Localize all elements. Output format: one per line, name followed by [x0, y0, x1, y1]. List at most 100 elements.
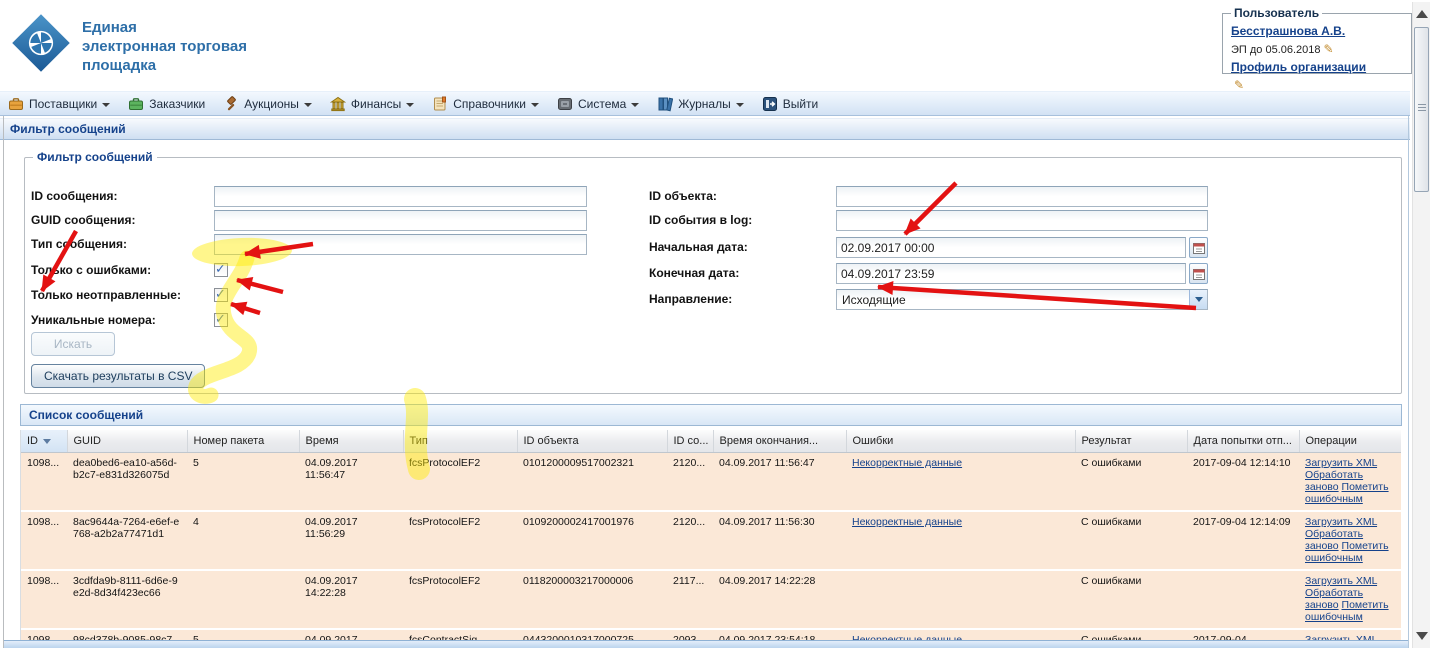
label-log-event-id: ID события в log: — [649, 213, 753, 227]
messages-grid: ID GUID Номер пакета Время Тип ID объект… — [20, 430, 1401, 648]
app-header: Единая электронная торговая площадка Пол… — [0, 0, 1412, 92]
menu-label: Заказчики — [149, 96, 206, 111]
select-trigger-button[interactable] — [1189, 290, 1207, 309]
log-event-id-input[interactable] — [836, 210, 1208, 231]
bank-icon — [329, 96, 346, 111]
chevron-down-icon — [1194, 297, 1203, 302]
menu-item-suppliers[interactable]: Поставщики — [8, 96, 111, 112]
scroll-down-arrow-icon[interactable] — [1416, 632, 1428, 640]
sort-desc-icon — [43, 438, 51, 444]
org-profile-link[interactable]: Профиль организации — [1231, 60, 1366, 74]
chevron-down-icon — [303, 102, 312, 107]
briefcase-green-icon — [129, 97, 144, 110]
menu-label: Система — [577, 96, 627, 111]
op-load-xml-link[interactable]: Загрузить XML — [1305, 457, 1377, 469]
error-details-link[interactable]: Некорректные данные — [852, 516, 962, 528]
user-panel: Пользователь Бесстрашнова А.В. ЭП до 05.… — [1222, 6, 1412, 92]
pager-bar — [4, 640, 1408, 648]
scrollbar-grip — [1418, 104, 1426, 111]
chevron-down-icon — [631, 102, 640, 107]
menu-item-finances[interactable]: Финансы — [329, 96, 415, 112]
edit-profile-icon[interactable]: ✎ — [1234, 78, 1244, 92]
table-row[interactable]: 1098... 3cdfda9b-8111-6d6e-9e2d-8d34f423… — [21, 570, 1401, 630]
grid-header-row: ID GUID Номер пакета Время Тип ID объект… — [21, 430, 1401, 453]
col-header-end-time[interactable]: Время окончания... — [713, 430, 847, 453]
message-id-input[interactable] — [214, 186, 587, 207]
op-load-xml-link[interactable]: Загрузить XML — [1305, 516, 1377, 528]
menu-item-directories[interactable]: Справочники — [432, 96, 539, 112]
brand-logo[interactable]: Единая электронная торговая площадка — [10, 11, 247, 75]
menu-item-journals[interactable]: Журналы — [657, 96, 744, 112]
scrollbar-thumb[interactable] — [1414, 27, 1429, 192]
message-type-input[interactable] — [214, 234, 587, 255]
menu-item-logout[interactable]: Выйти — [762, 96, 819, 112]
col-header-attempt-date[interactable]: Дата попытки отп... — [1187, 430, 1300, 453]
col-header-event-id[interactable]: ID со... — [667, 430, 714, 453]
table-row[interactable]: 1098... dea0bed6-ea10-a56d-b2c7-e831d326… — [21, 452, 1401, 512]
col-header-id[interactable]: ID — [21, 430, 68, 453]
end-date-calendar-button[interactable] — [1189, 263, 1208, 284]
brand-title: Единая электронная торговая площадка — [82, 19, 247, 74]
system-icon — [557, 97, 572, 110]
chevron-down-icon — [406, 102, 415, 107]
col-header-result[interactable]: Результат — [1075, 430, 1188, 453]
only-unsent-checkbox[interactable]: ✓ — [214, 286, 228, 302]
menu-item-customers[interactable]: Заказчики — [128, 96, 205, 112]
scroll-up-arrow-icon[interactable] — [1416, 10, 1428, 18]
exit-icon — [762, 96, 777, 111]
col-header-time[interactable]: Время — [299, 430, 404, 453]
message-guid-input[interactable] — [214, 210, 587, 231]
page-title-bar: Фильтр сообщений — [0, 118, 1410, 140]
col-header-operations[interactable]: Операции — [1299, 430, 1401, 453]
label-unique-numbers: Уникальные номера: — [31, 313, 156, 327]
label-message-guid: GUID сообщения: — [31, 213, 136, 227]
user-name-link[interactable]: Бесстрашнова А.В. — [1231, 24, 1345, 38]
signature-validity: ЭП до 05.06.2018 — [1231, 44, 1321, 56]
direction-select[interactable]: Исходящие — [836, 289, 1208, 310]
end-date-input[interactable] — [836, 263, 1186, 284]
col-header-type[interactable]: Тип — [403, 430, 518, 453]
object-id-input[interactable] — [836, 186, 1208, 207]
briefcase-orange-icon — [9, 97, 23, 110]
grid-panel-header: Список сообщений — [20, 404, 1402, 426]
unique-numbers-checkbox[interactable]: ✓ — [214, 311, 228, 327]
op-load-xml-link[interactable]: Загрузить XML — [1305, 575, 1377, 587]
chevron-down-icon — [530, 102, 539, 107]
edit-signature-icon[interactable]: ✎ — [1324, 42, 1334, 56]
label-message-type: Тип сообщения: — [31, 237, 127, 251]
chevron-down-icon — [735, 102, 744, 107]
page-border-left — [3, 116, 4, 648]
book-icon — [434, 96, 447, 110]
menu-label: Справочники — [453, 96, 526, 111]
label-start-date: Начальная дата: — [649, 240, 748, 254]
menu-item-auctions[interactable]: Аукционы — [223, 95, 312, 112]
brand-logo-icon — [12, 14, 70, 72]
filter-fieldset: Фильтр сообщений ID сообщения: GUID сооб… — [24, 150, 1402, 394]
calendar-icon — [1192, 268, 1205, 280]
col-header-errors[interactable]: Ошибки — [846, 430, 1076, 453]
start-date-input[interactable] — [836, 237, 1186, 258]
start-date-calendar-button[interactable] — [1189, 237, 1208, 258]
vertical-scrollbar[interactable] — [1412, 2, 1430, 648]
col-header-guid[interactable]: GUID — [67, 430, 188, 453]
col-header-object-id[interactable]: ID объекта — [517, 430, 668, 453]
label-only-errors: Только с ошибками: — [31, 263, 152, 277]
download-csv-button[interactable]: Скачать результаты в CSV — [31, 364, 206, 388]
gavel-icon — [227, 95, 237, 110]
direction-selected-value: Исходящие — [842, 293, 906, 307]
col-header-packet[interactable]: Номер пакета — [187, 430, 300, 453]
label-direction: Направление: — [649, 292, 733, 306]
only-errors-checkbox[interactable]: ✓ — [214, 261, 228, 277]
main-menu: Поставщики Заказчики Аукционы Финансы Сп… — [0, 91, 1410, 116]
menu-label: Выйти — [782, 96, 819, 111]
filter-legend: Фильтр сообщений — [37, 150, 153, 164]
menu-label: Аукционы — [244, 96, 299, 111]
menu-item-system[interactable]: Система — [557, 96, 640, 112]
error-details-link[interactable]: Некорректные данные — [852, 457, 962, 469]
chevron-down-icon — [102, 102, 111, 107]
page-border-right — [1408, 116, 1409, 648]
table-row[interactable]: 1098... 8ac9644a-7264-e6ef-e768-a2b2a774… — [21, 511, 1401, 571]
calendar-icon — [1192, 242, 1205, 254]
menu-label: Поставщики — [29, 96, 98, 111]
search-button[interactable]: Искать — [31, 332, 115, 356]
